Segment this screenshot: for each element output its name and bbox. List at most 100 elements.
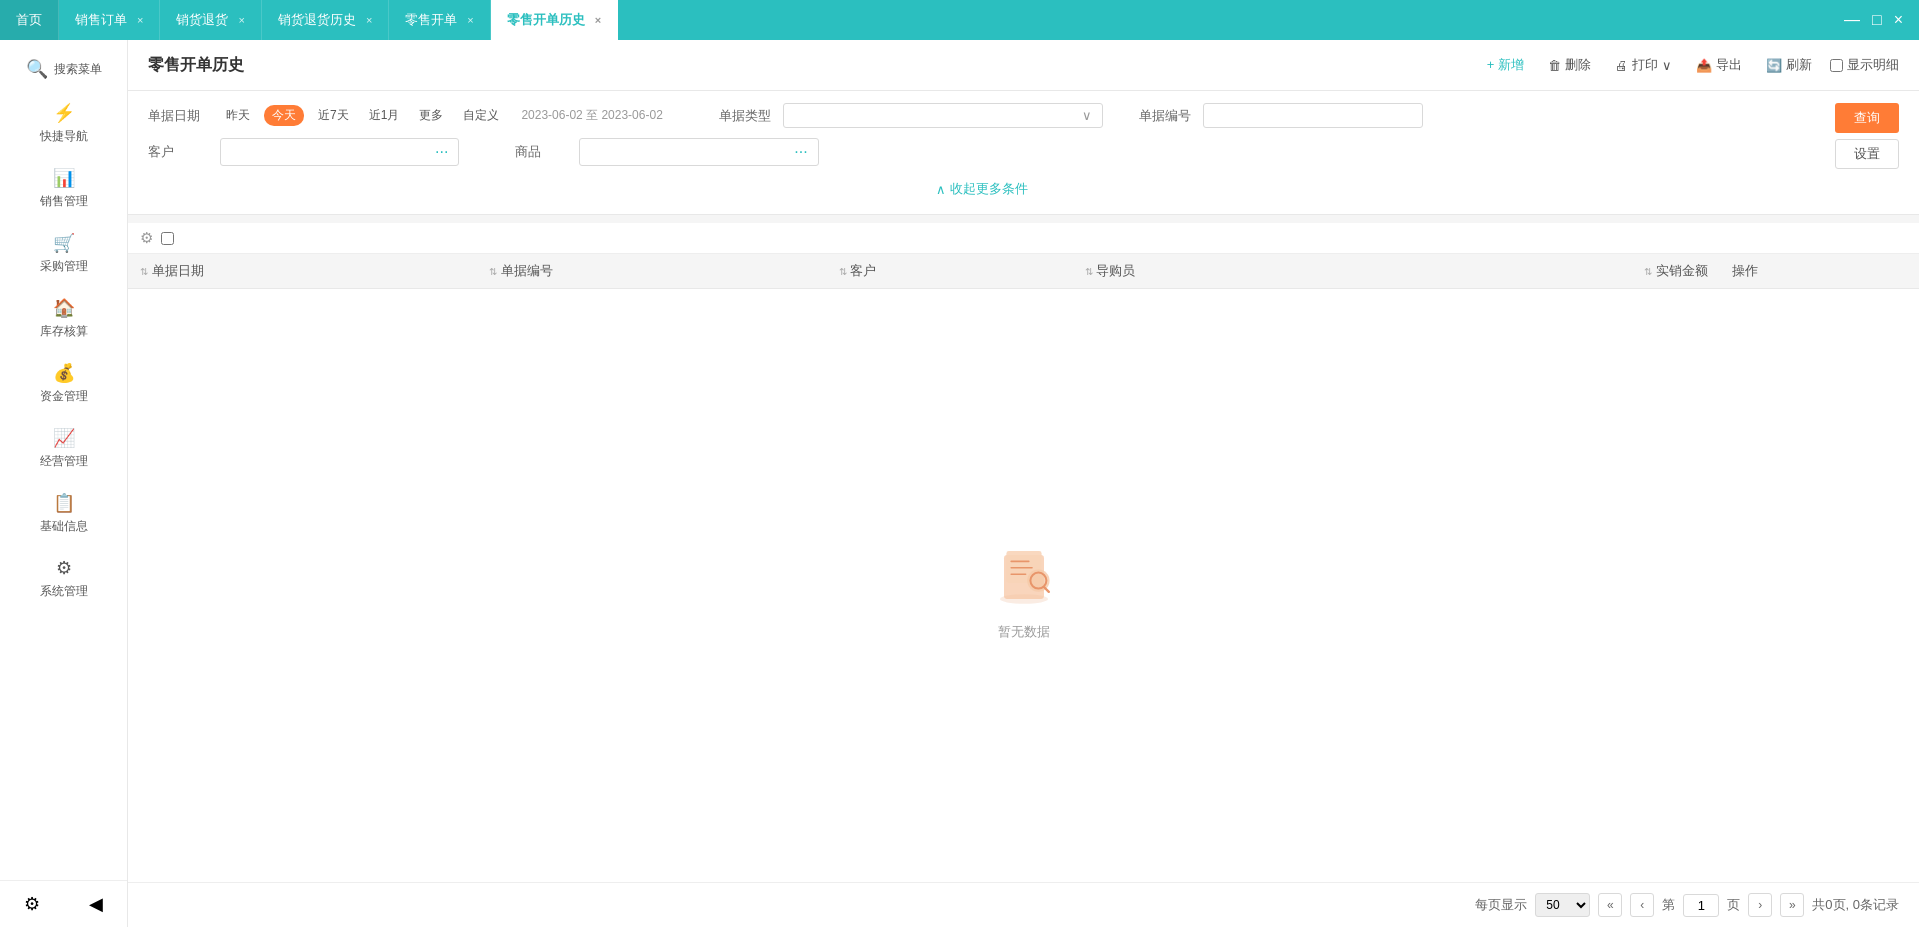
delete-button[interactable]: 🗑 删除 [1542,52,1597,78]
first-page-btn[interactable]: « [1598,893,1622,917]
per-page-select[interactable]: 50 10 20 100 [1535,893,1590,917]
print-button[interactable]: 🖨 打印 ∨ [1609,52,1678,78]
date-more[interactable]: 更多 [413,105,449,126]
tab-sales-return[interactable]: 销货退货 × [160,0,261,40]
sort-icon-number: ⇅ [489,266,497,277]
prev-page-btn[interactable]: ‹ [1630,893,1654,917]
select-all-checkbox[interactable] [161,232,174,245]
header-actions: + 新增 🗑 删除 🖨 打印 ∨ 📤 导出 🔄 刷新 [1481,52,1899,78]
tab-sales-return-label: 销货退货 [176,11,228,29]
quick-nav-icon: ⚡ [53,102,75,124]
add-button[interactable]: + 新增 [1481,52,1530,78]
data-table: ⇅ 单据日期 ⇅ 单据编号 ⇅ 客户 ⇅ 导购员 [128,254,1919,289]
type-filter-label: 单据类型 [719,107,775,125]
date-last1month[interactable]: 近1月 [363,105,406,126]
tab-retail-open[interactable]: 零售开单 × [389,0,490,40]
tab-sales-order[interactable]: 销售订单 × [59,0,160,40]
finance-icon: 💰 [53,362,75,384]
tab-sales-return-history[interactable]: 销货退货历史 × [262,0,389,40]
th-amount[interactable]: ⇅ 实销金额 [1370,254,1719,289]
total-label: 共0页, 0条记录 [1812,896,1899,914]
type-select[interactable]: ∨ [783,103,1103,128]
export-button[interactable]: 📤 导出 [1690,52,1748,78]
tab-roh-close[interactable]: × [595,14,601,26]
empty-text: 暂无数据 [998,623,1050,641]
date-options: 昨天 今天 近7天 近1月 更多 自定义 [220,105,505,126]
sidebar-item-quick-nav[interactable]: ⚡ 快捷导航 [0,90,127,155]
customer-input[interactable] [231,145,431,160]
sidebar-bottom: ⚙ ◀ [0,880,127,927]
query-button[interactable]: 查询 [1835,103,1899,133]
tab-retail-open-close[interactable]: × [467,14,473,26]
th-date[interactable]: ⇅ 单据日期 [128,254,477,289]
sidebar-item-sales[interactable]: 📊 销售管理 [0,155,127,220]
collapse-bar[interactable]: ∧ 收起更多条件 [148,176,1815,202]
date-today[interactable]: 今天 [264,105,304,126]
th-customer[interactable]: ⇅ 客户 [827,254,1073,289]
sidebar-item-finance[interactable]: 💰 资金管理 [0,350,127,415]
sidebar-item-basic-info[interactable]: 📋 基础信息 [0,480,127,545]
refresh-button[interactable]: 🔄 刷新 [1760,52,1818,78]
date-range-display: 2023-06-02 至 2023-06-02 [521,107,662,124]
window-close-btn[interactable]: × [1894,11,1903,29]
table-area: ⚙ ⇅ 单据日期 ⇅ 单据编号 ⇅ [128,223,1919,882]
sidebar-finance-label: 资金管理 [40,388,88,405]
next-page-btn[interactable]: › [1748,893,1772,917]
sidebar-operations-label: 经营管理 [40,453,88,470]
filter-row-date: 单据日期 昨天 今天 近7天 近1月 更多 自定义 2023-06-02 至 2… [148,103,1815,128]
th-actions: 操作 [1720,254,1919,289]
sidebar-system-label: 系统管理 [40,583,88,600]
maximize-btn[interactable]: □ [1872,11,1882,29]
date-yesterday[interactable]: 昨天 [220,105,256,126]
display-detail-checkbox[interactable] [1830,59,1843,72]
page-suffix: 页 [1727,896,1740,914]
svg-line-8 [1044,587,1049,592]
tab-sales-return-history-label: 销货退货历史 [278,11,356,29]
sidebar-basic-info-label: 基础信息 [40,518,88,535]
th-salesperson-label: 导购员 [1096,263,1135,278]
goods-dots[interactable]: ··· [794,143,807,161]
sidebar-inventory-label: 库存核算 [40,323,88,340]
collapse-up-icon: ∧ [936,182,946,197]
sidebar-item-search[interactable]: 🔍 搜索菜单 [0,48,127,90]
table-toolbar: ⚙ [128,223,1919,254]
content-area: 零售开单历史 + 新增 🗑 删除 🖨 打印 ∨ 📤 导出 🔄 [128,40,1919,927]
date-last7[interactable]: 近7天 [312,105,355,126]
sales-icon: 📊 [53,167,75,189]
settings-button[interactable]: 设置 [1835,139,1899,169]
tab-home-label: 首页 [16,11,42,29]
trash-icon: 🗑 [1548,58,1561,73]
date-custom[interactable]: 自定义 [457,105,505,126]
sidebar-item-purchase[interactable]: 🛒 采购管理 [0,220,127,285]
display-detail-toggle[interactable]: 显示明细 [1830,56,1899,74]
tab-sales-return-close[interactable]: × [238,14,244,26]
th-salesperson[interactable]: ⇅ 导购员 [1073,254,1371,289]
goods-input[interactable] [590,145,790,160]
window-controls: — □ × [1828,11,1919,29]
tab-srh-close[interactable]: × [366,14,372,26]
sidebar-item-operations[interactable]: 📈 经营管理 [0,415,127,480]
customer-dots[interactable]: ··· [435,143,448,161]
last-page-btn[interactable]: » [1780,893,1804,917]
sidebar-item-inventory[interactable]: 🏠 库存核算 [0,285,127,350]
refresh-icon: 🔄 [1766,58,1782,73]
sidebar-collapse-icon[interactable]: ◀ [89,893,103,915]
tab-retail-open-history[interactable]: 零售开单历史 × [491,0,618,40]
number-filter-label: 单据编号 [1139,107,1195,125]
page-number-input[interactable] [1683,894,1719,917]
minimize-btn[interactable]: — [1844,11,1860,29]
delete-label: 删除 [1565,56,1591,74]
sidebar-settings-icon[interactable]: ⚙ [24,893,40,915]
empty-illustration [984,531,1064,611]
th-actions-label: 操作 [1732,263,1758,278]
tab-home[interactable]: 首页 [0,0,59,40]
top-nav: 首页 销售订单 × 销货退货 × 销货退货历史 × 零售开单 × 零售开单历史 … [0,0,1919,40]
empty-state: 暂无数据 [128,289,1919,882]
th-number[interactable]: ⇅ 单据编号 [477,254,826,289]
tab-retail-open-history-label: 零售开单历史 [507,11,585,29]
number-input[interactable] [1203,103,1423,128]
purchase-icon: 🛒 [53,232,75,254]
table-gear-icon[interactable]: ⚙ [140,229,153,247]
sidebar-item-system[interactable]: ⚙ 系统管理 [0,545,127,610]
tab-sales-order-close[interactable]: × [137,14,143,26]
